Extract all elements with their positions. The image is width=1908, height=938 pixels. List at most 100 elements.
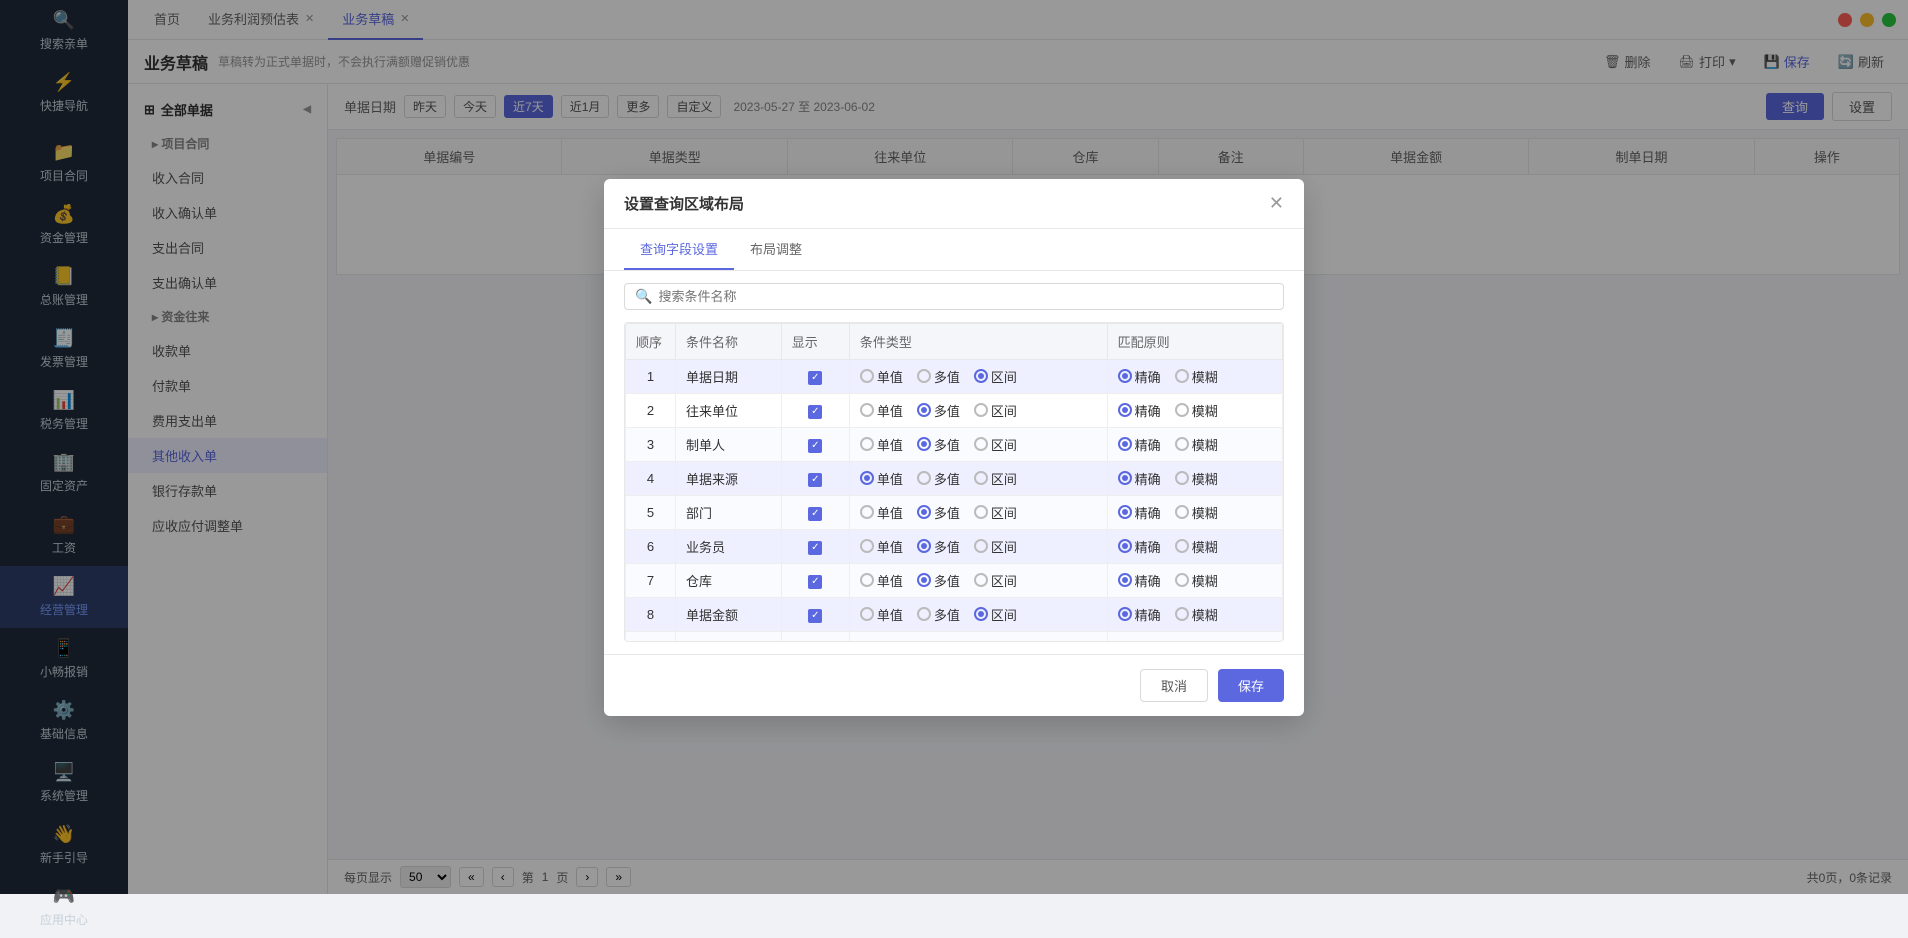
show-checkbox[interactable] [808, 541, 822, 555]
type-radio-区间[interactable]: 区间 [974, 537, 1017, 556]
radio-circle [1175, 437, 1189, 451]
radio-circle [1118, 403, 1132, 417]
type-radio-多值[interactable]: 多值 [917, 503, 960, 522]
show-checkbox[interactable] [808, 575, 822, 589]
dialog-title: 设置查询区域布局 [624, 193, 744, 214]
match-radio-模糊[interactable]: 模糊 [1175, 537, 1218, 556]
radio-label: 模糊 [1192, 367, 1218, 386]
radio-label: 区间 [991, 435, 1017, 454]
type-radio-多值[interactable]: 多值 [917, 401, 960, 420]
type-radio-区间[interactable]: 区间 [974, 639, 1017, 642]
type-radio-多值[interactable]: 多值 [917, 571, 960, 590]
row-type: 单值多值区间 [849, 359, 1107, 393]
cancel-button[interactable]: 取消 [1140, 669, 1208, 702]
show-checkbox[interactable] [808, 473, 822, 487]
match-radio-模糊[interactable]: 模糊 [1175, 571, 1218, 590]
dialog-search-input[interactable] [658, 289, 1273, 304]
radio-label: 精确 [1135, 639, 1161, 642]
radio-label: 模糊 [1192, 401, 1218, 420]
type-radio-多值[interactable]: 多值 [917, 537, 960, 556]
type-radio-单值[interactable]: 单值 [860, 605, 903, 624]
row-show[interactable] [781, 529, 849, 563]
dialog-close-button[interactable]: ✕ [1269, 193, 1284, 214]
row-show[interactable] [781, 563, 849, 597]
type-radio-多值[interactable]: 多值 [917, 435, 960, 454]
radio-label: 模糊 [1192, 469, 1218, 488]
radio-circle [1118, 369, 1132, 383]
row-match: 精确 模糊 [1107, 393, 1282, 427]
row-show[interactable] [781, 359, 849, 393]
type-radio-单值[interactable]: 单值 [860, 367, 903, 386]
row-type: 单值多值区间 [849, 393, 1107, 427]
type-radio-区间[interactable]: 区间 [974, 503, 1017, 522]
row-show[interactable] [781, 495, 849, 529]
radio-circle [917, 403, 931, 417]
radio-label: 模糊 [1192, 503, 1218, 522]
row-show[interactable] [781, 597, 849, 631]
type-radio-区间[interactable]: 区间 [974, 435, 1017, 454]
match-radio-精确[interactable]: 精确 [1118, 401, 1161, 420]
row-order: 3 [626, 427, 676, 461]
row-name: 业务员 [676, 529, 782, 563]
radio-label: 单值 [877, 401, 903, 420]
match-radio-精确[interactable]: 精确 [1118, 503, 1161, 522]
row-order: 9 [626, 631, 676, 642]
radio-label: 单值 [877, 639, 903, 642]
type-radio-区间[interactable]: 区间 [974, 571, 1017, 590]
row-show[interactable] [781, 393, 849, 427]
radio-label: 精确 [1135, 469, 1161, 488]
match-radio-模糊[interactable]: 模糊 [1175, 435, 1218, 454]
save-button[interactable]: 保存 [1218, 669, 1284, 702]
type-radio-单值[interactable]: 单值 [860, 537, 903, 556]
type-radio-单值[interactable]: 单值 [860, 503, 903, 522]
match-radio-精确[interactable]: 精确 [1118, 469, 1161, 488]
type-radio-区间[interactable]: 区间 [974, 367, 1017, 386]
type-radio-多值[interactable]: 多值 [917, 367, 960, 386]
match-radio-模糊[interactable]: 模糊 [1175, 469, 1218, 488]
radio-circle [974, 607, 988, 621]
match-radio-精确[interactable]: 精确 [1118, 367, 1161, 386]
type-radio-多值[interactable]: 多值 [917, 469, 960, 488]
row-show[interactable] [781, 427, 849, 461]
row-show[interactable] [781, 631, 849, 642]
show-checkbox[interactable] [808, 507, 822, 521]
row-name: 单据日期 [676, 359, 782, 393]
type-radio-区间[interactable]: 区间 [974, 401, 1017, 420]
dialog-footer: 取消 保存 [604, 654, 1304, 716]
type-radio-区间[interactable]: 区间 [974, 605, 1017, 624]
type-radio-单值[interactable]: 单值 [860, 401, 903, 420]
match-radio-模糊[interactable]: 模糊 [1175, 367, 1218, 386]
match-radio-模糊[interactable]: 模糊 [1175, 639, 1218, 642]
match-radio-精确[interactable]: 精确 [1118, 435, 1161, 454]
type-radio-单值[interactable]: 单值 [860, 639, 903, 642]
show-checkbox[interactable] [808, 439, 822, 453]
show-checkbox[interactable] [808, 371, 822, 385]
row-type: 单值多值区间 [849, 563, 1107, 597]
type-radio-多值[interactable]: 多值 [917, 639, 960, 642]
match-radio-精确[interactable]: 精确 [1118, 639, 1161, 642]
show-checkbox[interactable] [808, 405, 822, 419]
match-radio-模糊[interactable]: 模糊 [1175, 503, 1218, 522]
match-radio-模糊[interactable]: 模糊 [1175, 605, 1218, 624]
type-radio-单值[interactable]: 单值 [860, 435, 903, 454]
show-checkbox[interactable] [808, 609, 822, 623]
match-radio-精确[interactable]: 精确 [1118, 605, 1161, 624]
type-radio-单值[interactable]: 单值 [860, 571, 903, 590]
settings-row: 9备注单值多值区间精确模糊 [626, 631, 1283, 642]
radio-label: 模糊 [1192, 435, 1218, 454]
match-radio-模糊[interactable]: 模糊 [1175, 401, 1218, 420]
type-radio-区间[interactable]: 区间 [974, 469, 1017, 488]
radio-label: 多值 [934, 469, 960, 488]
dialog-tab-layout-adjust[interactable]: 布局调整 [734, 229, 818, 270]
dialog-tab-field-settings[interactable]: 查询字段设置 [624, 229, 734, 270]
match-radio-精确[interactable]: 精确 [1118, 537, 1161, 556]
match-radio-精确[interactable]: 精确 [1118, 571, 1161, 590]
row-show[interactable] [781, 461, 849, 495]
settings-row: 3制单人单值多值区间精确模糊 [626, 427, 1283, 461]
type-radio-单值[interactable]: 单值 [860, 469, 903, 488]
settings-row: 7仓库单值多值区间精确模糊 [626, 563, 1283, 597]
row-order: 8 [626, 597, 676, 631]
type-radio-多值[interactable]: 多值 [917, 605, 960, 624]
row-match: 精确模糊 [1107, 529, 1282, 563]
radio-circle [1175, 573, 1189, 587]
